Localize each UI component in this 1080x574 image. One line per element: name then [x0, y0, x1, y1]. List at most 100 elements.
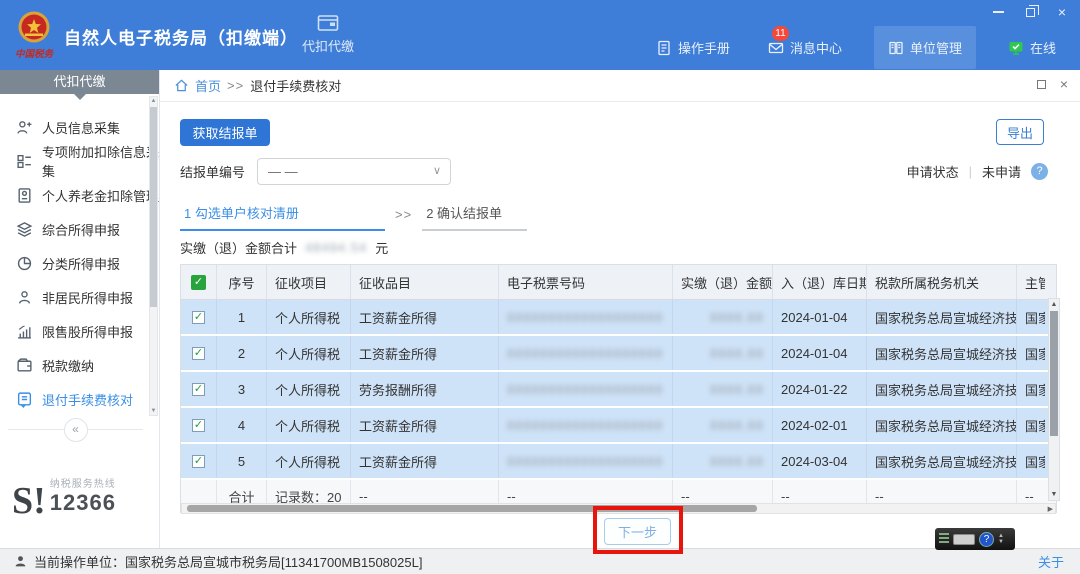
ime-arrows-icon[interactable]: ▲ ▼ [998, 533, 1004, 545]
person-add-icon [16, 119, 33, 136]
col-item: 征收项目 [267, 265, 351, 299]
row-checkbox[interactable]: ✓ [192, 418, 205, 432]
person-icon [16, 289, 33, 306]
row-checkbox[interactable]: ✓ [192, 310, 205, 324]
restore-button[interactable] [1022, 4, 1039, 20]
main-nav-tab[interactable]: 代扣代缴 [292, 12, 364, 55]
sidebar-item-classified-income[interactable]: 分类所得申报 [0, 246, 159, 280]
table-hscroll-thumb[interactable] [187, 505, 757, 512]
step-1-tab[interactable]: 1 勾选单户核对清册 [180, 203, 385, 231]
sidebar-menu: 人员信息采集 专项附加扣除信息采集 个人养老金扣除管理 综合所得申报 分类所得申… [0, 94, 159, 416]
sidebar-item-nonresident-income[interactable]: 非居民所得申报 [0, 280, 159, 314]
breadcrumb-separator: >> [227, 78, 245, 93]
ime-help-icon[interactable]: ? [979, 531, 994, 547]
ime-grid-icon [939, 533, 949, 545]
col-supervisor: 主管 [1025, 275, 1045, 291]
col-seq: 序号 [217, 265, 267, 299]
china-tax-emblem-logo: 中国税务 [8, 8, 60, 64]
messages-nav[interactable]: 11 消息中心 [762, 26, 848, 67]
sidebar-collapse-row: « [0, 418, 151, 442]
sidebar-item-refund-fee-check[interactable]: 退付手续费核对 [0, 382, 159, 416]
app-title: 自然人电子税务局（扣缴端） [64, 29, 298, 48]
sidebar-header: 代扣代缴 [0, 70, 159, 100]
current-unit-text: 当前操作单位：国家税务总局宣城市税务局[11341700MB1508025L] [34, 555, 423, 570]
wallet-outline-icon [16, 357, 33, 374]
table-row[interactable]: ✓ 1 个人所得税 工资薪金所得 8888888888888888888 888… [181, 300, 1056, 336]
statement-no-value: — — [268, 164, 298, 179]
sidebar-collapse-button[interactable]: « [63, 418, 88, 442]
pie-chart-icon [16, 255, 33, 272]
tab-close-icon[interactable]: × [1060, 77, 1068, 91]
amount-masked: 8888.88 [710, 309, 764, 325]
col-category: 征收品目 [351, 265, 499, 299]
table-row[interactable]: ✓ 2 个人所得税 工资薪金所得 8888888888888888888 888… [181, 336, 1056, 372]
messages-label: 消息中心 [789, 41, 842, 56]
hotline-mark-icon: S! [12, 480, 46, 522]
ime-toolbar[interactable]: ? ▲ ▼ [935, 528, 1015, 550]
amount-masked: 8888.88 [710, 345, 764, 361]
home-icon[interactable] [174, 78, 189, 93]
form-list-icon [16, 153, 33, 170]
breadcrumb-home-link[interactable]: 首页 [195, 76, 221, 95]
row-checkbox[interactable]: ✓ [192, 382, 205, 396]
table-vertical-scrollbar[interactable]: ▲ ▼ [1048, 298, 1060, 501]
scroll-up-icon[interactable]: ▲ [150, 98, 157, 104]
close-button[interactable]: × [1054, 4, 1070, 20]
org-management-label: 单位管理 [909, 41, 962, 56]
titlebar: × 中国税务 自然人电子税务局（扣缴端） 代扣代缴 操作手册 11 消息中心 单… [0, 0, 1080, 70]
statement-no-select[interactable]: — — ∨ [257, 158, 452, 185]
sidebar-item-personnel-info[interactable]: 人员信息采集 [0, 110, 159, 144]
sidebar-scrollbar[interactable]: ▲ ▼ [149, 96, 158, 416]
minimize-button[interactable] [990, 4, 1006, 20]
manual-label: 操作手册 [677, 41, 730, 56]
sidebar-item-pension-deduction[interactable]: 个人养老金扣除管理 [0, 178, 159, 212]
org-management-nav[interactable]: 单位管理 [873, 26, 976, 69]
sidebar-item-label: 限售股所得申报 [42, 324, 134, 340]
sidebar-item-label: 综合所得申报 [42, 222, 121, 238]
help-icon[interactable]: ? [1031, 163, 1048, 180]
main-content: 获取结报单 导出 结报单编号 — — ∨ 申请状态 | 未申请 ? 1 勾选单户… [160, 102, 1080, 554]
main-nav-label: 代扣代缴 [301, 39, 354, 54]
scroll-down-icon[interactable]: ▼ [150, 408, 157, 414]
sidebar-item-tax-payment[interactable]: 税款缴纳 [0, 348, 159, 382]
scroll-up-icon[interactable]: ▲ [1049, 301, 1059, 308]
messages-badge: 11 [771, 26, 789, 41]
status-bar: 当前操作单位：国家税务总局宣城市税务局[11341700MB1508025L] … [0, 548, 1080, 574]
app-window: × 中国税务 自然人电子税务局（扣缴端） 代扣代缴 操作手册 11 消息中心 单… [0, 0, 1080, 574]
table-vscroll-thumb[interactable] [1050, 311, 1058, 436]
about-link[interactable]: 关于 [1038, 552, 1064, 571]
table-header-row: ✓ 序号 征收项目 征收品目 电子税票号码 实缴（退）金额 入（退）库日期 税款… [181, 265, 1056, 300]
fetch-statement-button[interactable]: 获取结报单 [180, 119, 270, 146]
sidebar-item-label: 个人养老金扣除管理 [42, 188, 160, 204]
summary-label: 实缴（退）金额合计 [180, 241, 298, 256]
statement-no-label: 结报单编号 [180, 165, 246, 180]
next-step-button[interactable]: 下一步 [604, 518, 671, 545]
row-checkbox[interactable]: ✓ [192, 454, 205, 468]
export-button[interactable]: 导出 [996, 119, 1044, 145]
steps-separator: >> [395, 207, 413, 222]
sidebar-scroll-thumb[interactable] [150, 107, 157, 307]
table-row[interactable]: ✓ 3 个人所得税 劳务报酬所得 8888888888888888888 888… [181, 372, 1056, 408]
select-all-checkbox[interactable]: ✓ [191, 274, 206, 290]
table-row[interactable]: ✓ 4 个人所得税 工资薪金所得 8888888888888888888 888… [181, 408, 1056, 444]
scroll-down-icon[interactable]: ▼ [1049, 491, 1059, 498]
scroll-right-icon[interactable]: ▶ [1048, 505, 1053, 513]
sidebar: 代扣代缴 人员信息采集 专项附加扣除信息采集 个人养老金扣除管理 综合所得申报 … [0, 70, 160, 548]
sidebar-item-special-deduction[interactable]: 专项附加扣除信息采集 [0, 144, 159, 179]
online-status[interactable]: 在线 [1002, 28, 1062, 67]
sidebar-item-restricted-stock[interactable]: 限售股所得申报 [0, 314, 159, 348]
table-row[interactable]: ✓ 5 个人所得税 工资薪金所得 8888888888888888888 888… [181, 444, 1056, 480]
id-card-icon [16, 187, 33, 204]
refund-table: ✓ 序号 征收项目 征收品目 电子税票号码 实缴（退）金额 入（退）库日期 税款… [180, 264, 1057, 513]
step-2-tab[interactable]: 2 确认结报单 [422, 203, 528, 231]
apply-status-label: 申请状态 [906, 165, 959, 180]
row-checkbox[interactable]: ✓ [192, 346, 205, 360]
tab-maximize-icon[interactable] [1036, 79, 1046, 89]
bar-chart-icon [16, 323, 33, 340]
sidebar-item-comprehensive-income[interactable]: 综合所得申报 [0, 212, 159, 246]
table-horizontal-scrollbar[interactable]: ▶ [181, 503, 1056, 514]
manual-nav[interactable]: 操作手册 [650, 28, 736, 67]
keyboard-icon[interactable] [953, 533, 975, 545]
steps: 1 勾选单户核对清册 >> 2 确认结报单 [180, 203, 528, 231]
hotline-logo: S! 纳税服务热线 12366 [12, 475, 116, 522]
